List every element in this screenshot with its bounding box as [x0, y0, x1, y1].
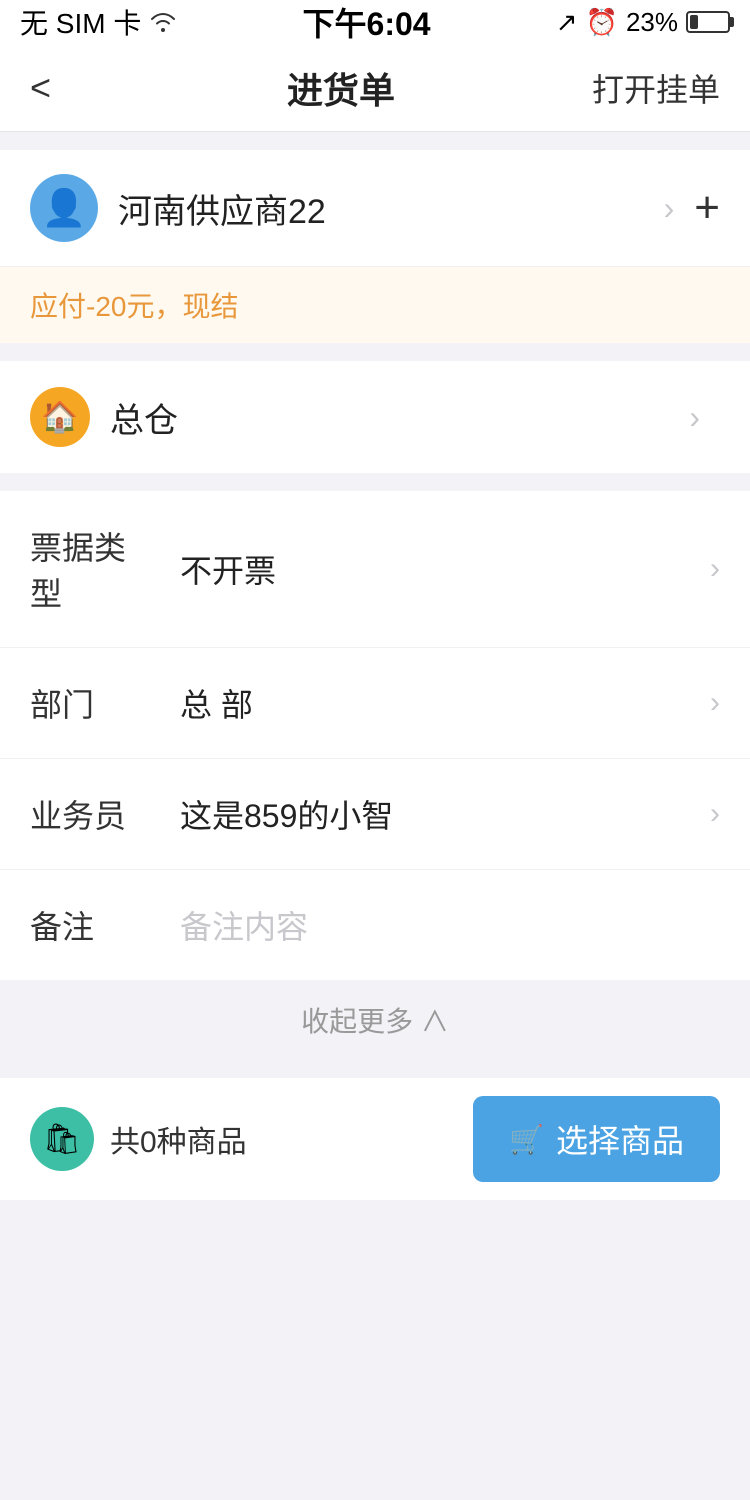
warehouse-label: 总仓: [110, 393, 689, 442]
invoice-type-value: 不开票: [180, 546, 700, 592]
salesperson-row[interactable]: 业务员 这是859的小智 ›: [0, 759, 750, 870]
form-section: 票据类型 不开票 › 部门 总 部 › 业务员 这是859的小智 › 备注 备注…: [0, 491, 750, 980]
notice-text: 应付-20元，现结: [30, 291, 238, 322]
location-icon: ↗: [556, 7, 578, 38]
collapse-label: 收起更多 ∧: [301, 1000, 449, 1040]
battery-label: 23%: [626, 7, 678, 38]
background-fill: [0, 1200, 750, 1500]
gap-2: [0, 343, 750, 361]
department-row[interactable]: 部门 总 部 ›: [0, 648, 750, 759]
status-bar: 无 SIM 卡 下午6:04 ↗ ⏰ 23%: [0, 0, 750, 44]
battery-icon: [686, 11, 730, 33]
wifi-icon: [149, 12, 177, 32]
gap-4: [0, 1060, 750, 1078]
supplier-section: 👤 河南供应商22 › + 应付-20元，现结: [0, 150, 750, 343]
select-goods-icon: 🛒: [509, 1123, 544, 1156]
open-pending-button[interactable]: 打开挂单: [592, 65, 720, 111]
person-icon: 👤: [42, 187, 87, 229]
add-button[interactable]: +: [694, 186, 720, 230]
warehouse-section: 🏠 总仓 ›: [0, 361, 750, 473]
select-goods-button[interactable]: 🛒 选择商品: [473, 1096, 720, 1182]
warehouse-icon: 🏠: [41, 400, 78, 435]
remark-input[interactable]: 备注内容: [180, 902, 720, 948]
department-chevron-icon: ›: [710, 686, 720, 720]
department-value: 总 部: [180, 680, 700, 726]
carrier-label: 无 SIM 卡: [20, 2, 141, 42]
product-count-label: 共0种商品: [110, 1117, 473, 1161]
collapse-bar[interactable]: 收起更多 ∧: [0, 980, 750, 1060]
warehouse-row[interactable]: 🏠 总仓 ›: [0, 361, 750, 473]
supplier-name: 河南供应商22: [118, 184, 664, 233]
product-icon-wrap: 🛍: [30, 1107, 94, 1171]
status-left: 无 SIM 卡: [20, 2, 177, 42]
gap-3: [0, 473, 750, 491]
notice-bar: 应付-20元，现结: [0, 267, 750, 343]
alarm-icon: ⏰: [586, 7, 618, 38]
remark-row[interactable]: 备注 备注内容: [0, 870, 750, 980]
invoice-type-label: 票据类型: [30, 523, 150, 615]
back-button[interactable]: <: [30, 67, 90, 109]
supplier-row[interactable]: 👤 河南供应商22 › +: [0, 150, 750, 267]
invoice-type-row[interactable]: 票据类型 不开票 ›: [0, 491, 750, 648]
nav-bar: < 进货单 打开挂单: [0, 44, 750, 132]
bottom-bar: 🛍 共0种商品 🛒 选择商品: [0, 1078, 750, 1200]
status-right: ↗ ⏰ 23%: [556, 7, 730, 38]
warehouse-chevron-icon: ›: [689, 399, 700, 436]
invoice-type-chevron-icon: ›: [710, 552, 720, 586]
salesperson-chevron-icon: ›: [710, 797, 720, 831]
status-time: 下午6:04: [303, 0, 431, 45]
department-label: 部门: [30, 680, 150, 726]
chevron-right-icon: ›: [664, 190, 675, 227]
page-title: 进货单: [287, 62, 395, 114]
product-bag-icon: 🛍: [43, 1122, 81, 1157]
avatar: 👤: [30, 174, 98, 242]
select-goods-label: 选择商品: [556, 1116, 684, 1162]
remark-label: 备注: [30, 902, 150, 948]
warehouse-icon-wrap: 🏠: [30, 387, 90, 447]
gap-1: [0, 132, 750, 150]
salesperson-value: 这是859的小智: [180, 791, 700, 837]
salesperson-label: 业务员: [30, 791, 150, 837]
